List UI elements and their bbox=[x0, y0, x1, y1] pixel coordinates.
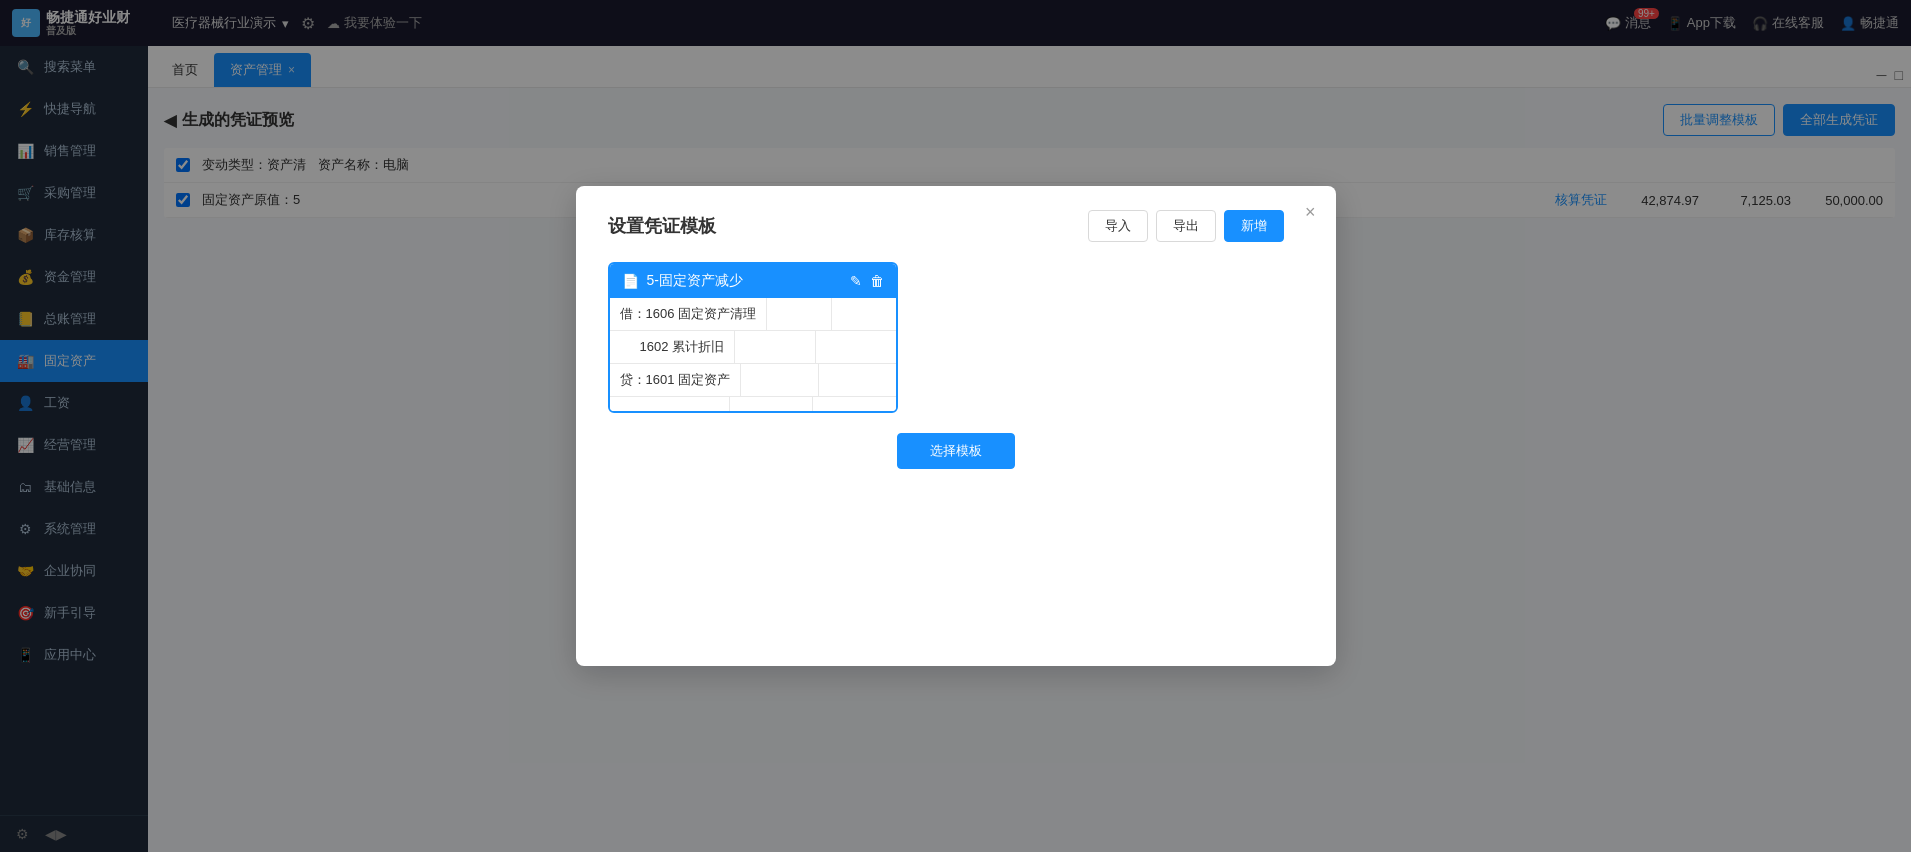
main-area: 🔍 搜索菜单 ⚡ 快捷导航 📊 销售管理 🛒 采购管理 📦 库存核算 bbox=[0, 46, 1911, 852]
template-header-actions: ✎ 🗑 bbox=[850, 273, 884, 289]
template-row-1: 借：1606 固定资产清理 bbox=[610, 298, 896, 331]
import-btn[interactable]: 导入 bbox=[1088, 210, 1148, 242]
template-cell-type-1: 借：1606 固定资产清理 bbox=[610, 298, 768, 330]
template-delete-btn[interactable]: 🗑 bbox=[870, 273, 884, 289]
template-row-2: 1602 累计折旧 bbox=[610, 331, 896, 364]
template-name: 5-固定资产减少 bbox=[647, 272, 743, 290]
export-btn[interactable]: 导出 bbox=[1156, 210, 1216, 242]
template-cell-col4-1 bbox=[832, 298, 896, 330]
select-template-btn[interactable]: 选择模板 bbox=[897, 433, 1015, 469]
template-row-3: 贷：1601 固定资产 bbox=[610, 364, 896, 397]
template-cell-col3-1 bbox=[767, 298, 832, 330]
template-cell-col3-2 bbox=[735, 331, 816, 363]
template-cell-type-4 bbox=[610, 397, 730, 411]
template-card-header: 📄 5-固定资产减少 ✎ 🗑 bbox=[610, 264, 896, 298]
modal-close-btn[interactable]: × bbox=[1305, 202, 1316, 223]
template-card-body: 借：1606 固定资产清理 1602 累计折旧 bbox=[610, 298, 896, 411]
template-cell-type-3: 贷：1601 固定资产 bbox=[610, 364, 742, 396]
template-cell-col4-4 bbox=[813, 397, 896, 411]
template-cell-col4-2 bbox=[816, 331, 896, 363]
template-edit-btn[interactable]: ✎ bbox=[850, 273, 862, 289]
page-content: ◀ 生成的凭证预览 批量调整模板 全部生成凭证 变动类型：资产清 bbox=[148, 88, 1911, 852]
modal-toolbar: 导入 导出 新增 bbox=[1088, 210, 1284, 242]
select-btn-area: 选择模板 bbox=[608, 433, 1304, 469]
template-cell-type-2: 1602 累计折旧 bbox=[610, 331, 736, 363]
template-cell-col4-3 bbox=[819, 364, 896, 396]
template-row-4 bbox=[610, 397, 896, 411]
template-card: 📄 5-固定资产减少 ✎ 🗑 借：1606 固定资产清理 bbox=[608, 262, 898, 413]
template-cell-col3-3 bbox=[741, 364, 819, 396]
content-area: 首页 资产管理 × ─ □ ◀ 生成的凭证预览 bbox=[148, 46, 1911, 852]
template-file-icon: 📄 bbox=[622, 273, 639, 289]
template-cell-col3-4 bbox=[730, 397, 814, 411]
modal: 设置凭证模板 × 导入 导出 新增 📄 5-固定资产减少 bbox=[576, 186, 1336, 666]
modal-overlay: 设置凭证模板 × 导入 导出 新增 📄 5-固定资产减少 bbox=[148, 88, 1911, 852]
new-template-btn[interactable]: 新增 bbox=[1224, 210, 1284, 242]
